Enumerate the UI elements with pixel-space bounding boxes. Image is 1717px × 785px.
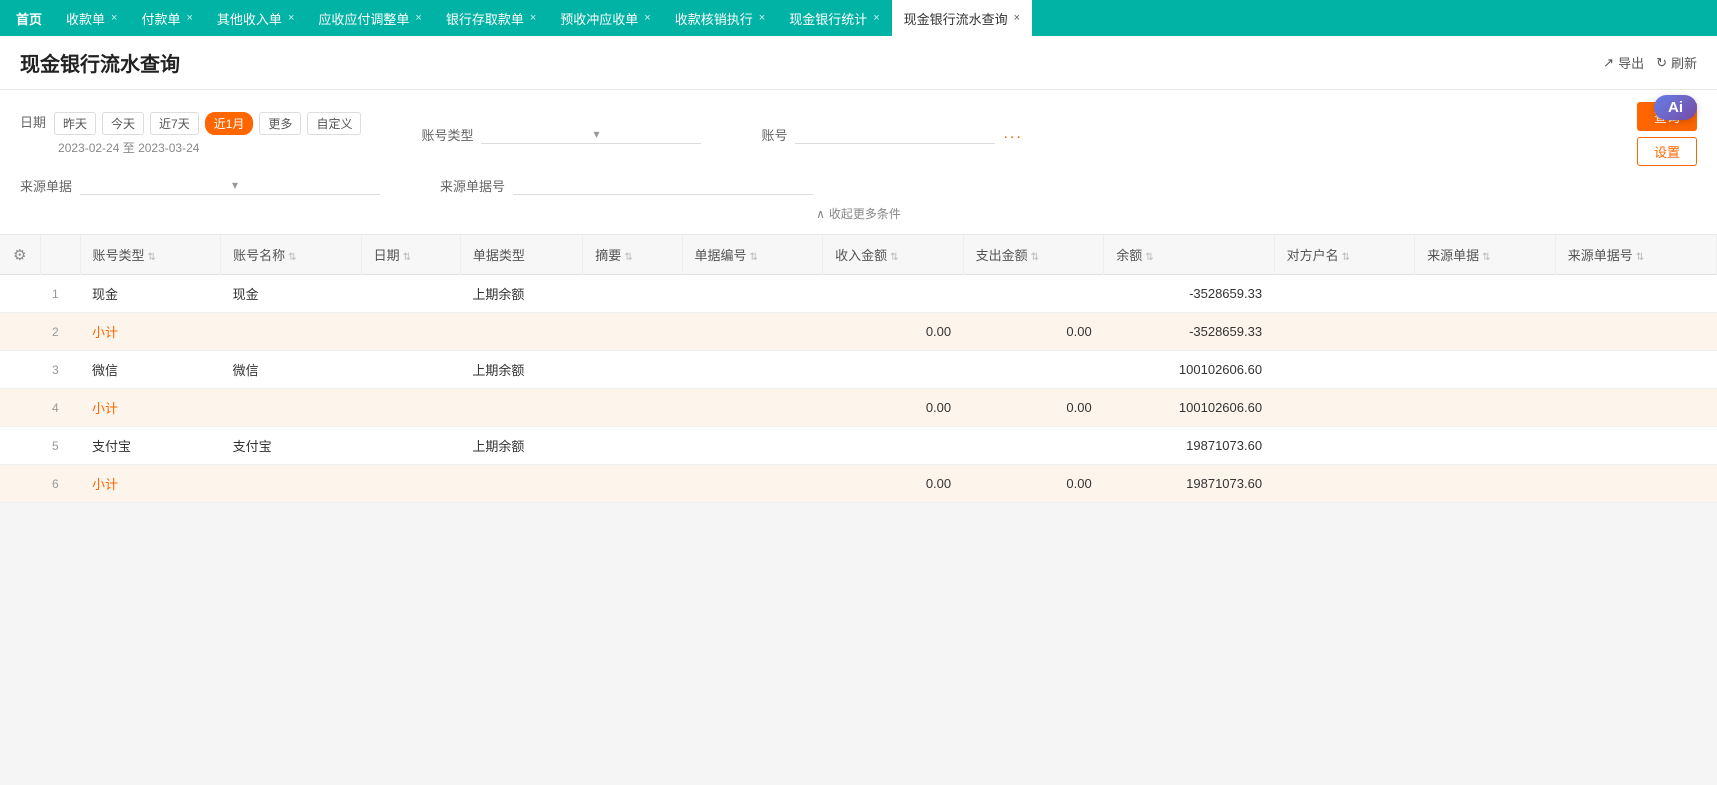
close-receipt-icon[interactable]: × xyxy=(111,12,117,24)
table-row: 1现金现金上期余额-3528659.33 xyxy=(0,275,1717,313)
date-label: 日期 xyxy=(20,112,46,131)
col-doc-no[interactable]: 单据编号⇅ xyxy=(682,235,823,275)
col-source-doc-no[interactable]: 来源单据号⇅ xyxy=(1555,235,1716,275)
account-group: 账号 ... xyxy=(761,125,1022,144)
filter-area: 日期 昨天 今天 近7天 近1月 更多 自定义 2023-02-24 至 202… xyxy=(0,90,1717,235)
nav-payment[interactable]: 付款单 × xyxy=(129,0,204,36)
sort-account-name-icon: ⇅ xyxy=(288,252,296,263)
col-account-type[interactable]: 账号类型⇅ xyxy=(80,235,221,275)
source-doc-no-group: 来源单据号 xyxy=(440,176,813,195)
collapse-arrow-icon: ∧ xyxy=(816,207,825,221)
close-cash-stats-icon[interactable]: × xyxy=(873,12,879,24)
setting-button[interactable]: 设置 xyxy=(1637,137,1697,166)
sort-source-doc-icon: ⇅ xyxy=(1482,252,1490,263)
col-doc-type: 单据类型 xyxy=(460,235,582,275)
nav-cash-flow-query[interactable]: 现金银行流水查询 × xyxy=(892,0,1032,36)
sort-date-icon: ⇅ xyxy=(403,252,411,263)
date-options-container: 昨天 今天 近7天 近1月 更多 自定义 2023-02-24 至 2023-0… xyxy=(54,112,361,156)
table-wrapper: ⚙ 账号类型⇅ 账号名称⇅ 日期⇅ 单据类型 摘要⇅ 单据编号⇅ xyxy=(0,235,1717,503)
table-row: 4小计0.000.00100102606.60 xyxy=(0,389,1717,427)
close-ar-ap-icon[interactable]: × xyxy=(415,12,421,24)
nav-home[interactable]: 首页 xyxy=(4,0,54,36)
date-range-display: 2023-02-24 至 2023-03-24 xyxy=(58,139,361,156)
col-expense[interactable]: 支出金额⇅ xyxy=(963,235,1104,275)
account-type-label: 账号类型 xyxy=(421,125,473,144)
export-icon: ↗ xyxy=(1603,55,1614,71)
page-header: 现金银行流水查询 ↗ 导出 ↻ 刷新 xyxy=(0,36,1717,90)
col-balance[interactable]: 余额⇅ xyxy=(1104,235,1274,275)
nav-cash-stats[interactable]: 现金银行统计 × xyxy=(777,0,891,36)
account-type-arrow-icon: ▾ xyxy=(593,127,697,141)
nav-bank-deposit[interactable]: 银行存取款单 × xyxy=(434,0,548,36)
nav-receipt[interactable]: 收款单 × xyxy=(54,0,129,36)
source-doc-no-label: 来源单据号 xyxy=(440,176,505,195)
date-btn-more[interactable]: 更多 xyxy=(259,112,301,135)
col-income[interactable]: 收入金额⇅ xyxy=(823,235,964,275)
col-account-name[interactable]: 账号名称⇅ xyxy=(221,235,362,275)
account-type-select[interactable]: ▾ xyxy=(481,125,701,144)
date-options-row: 昨天 今天 近7天 近1月 更多 自定义 xyxy=(54,112,361,135)
close-prepay-icon[interactable]: × xyxy=(644,12,650,24)
table-header-row: ⚙ 账号类型⇅ 账号名称⇅ 日期⇅ 单据类型 摘要⇅ 单据编号⇅ xyxy=(0,235,1717,275)
date-btn-yesterday[interactable]: 昨天 xyxy=(54,112,96,135)
filter-row-2: 来源单据 ▾ 来源单据号 xyxy=(20,176,1697,195)
table-row: 2小计0.000.00-3528659.33 xyxy=(0,313,1717,351)
top-nav: 首页 收款单 × 付款单 × 其他收入单 × 应收应付调整单 × 银行存取款单 … xyxy=(0,0,1717,36)
account-type-group: 账号类型 ▾ xyxy=(421,125,701,144)
col-source-doc[interactable]: 来源单据⇅ xyxy=(1415,235,1556,275)
close-receipt-verify-icon[interactable]: × xyxy=(759,12,765,24)
close-payment-icon[interactable]: × xyxy=(186,12,192,24)
close-other-income-icon[interactable]: × xyxy=(288,12,294,24)
source-doc-group: 来源单据 ▾ xyxy=(20,176,380,195)
sort-doc-no-icon: ⇅ xyxy=(750,252,758,263)
close-cash-flow-icon[interactable]: × xyxy=(1014,12,1020,24)
collapse-label: 收起更多条件 xyxy=(829,205,901,222)
table-row: 3微信微信上期余额100102606.60 xyxy=(0,351,1717,389)
account-label: 账号 xyxy=(761,125,787,144)
date-btn-today[interactable]: 今天 xyxy=(102,112,144,135)
source-doc-label: 来源单据 xyxy=(20,176,72,195)
sort-counterpart-icon: ⇅ xyxy=(1342,252,1350,263)
filter-row-1: 日期 昨天 今天 近7天 近1月 更多 自定义 2023-02-24 至 202… xyxy=(20,102,1697,166)
ai-badge[interactable]: Ai xyxy=(1654,95,1697,120)
export-button[interactable]: ↗ 导出 xyxy=(1603,53,1644,72)
col-rownum xyxy=(40,235,80,275)
col-summary[interactable]: 摘要⇅ xyxy=(583,235,682,275)
source-doc-no-input[interactable] xyxy=(513,176,813,195)
page-title: 现金银行流水查询 xyxy=(20,48,180,77)
date-filter-group: 日期 昨天 今天 近7天 近1月 更多 自定义 2023-02-24 至 202… xyxy=(20,112,361,156)
header-actions: ↗ 导出 ↻ 刷新 xyxy=(1603,53,1697,72)
export-label: 导出 xyxy=(1618,53,1644,72)
sort-expense-icon: ⇅ xyxy=(1031,252,1039,263)
data-table: ⚙ 账号类型⇅ 账号名称⇅ 日期⇅ 单据类型 摘要⇅ 单据编号⇅ xyxy=(0,235,1717,503)
refresh-button[interactable]: ↻ 刷新 xyxy=(1656,53,1697,72)
sort-income-icon: ⇅ xyxy=(890,252,898,263)
sort-summary-icon: ⇅ xyxy=(624,252,632,263)
account-more-dots[interactable]: ... xyxy=(1003,125,1022,143)
table-gear-icon[interactable]: ⚙ xyxy=(13,247,26,264)
table-row: 6小计0.000.0019871073.60 xyxy=(0,465,1717,503)
account-input[interactable] xyxy=(795,125,995,144)
sort-account-type-icon: ⇅ xyxy=(148,252,156,263)
nav-ar-ap-adjust[interactable]: 应收应付调整单 × xyxy=(306,0,433,36)
sort-balance-icon: ⇅ xyxy=(1145,252,1153,263)
sort-source-doc-no-icon: ⇅ xyxy=(1636,252,1644,263)
date-btn-1month[interactable]: 近1月 xyxy=(205,112,254,135)
nav-prepay-offset[interactable]: 预收冲应收单 × xyxy=(548,0,662,36)
col-counterpart[interactable]: 对方户名⇅ xyxy=(1274,235,1415,275)
source-doc-select[interactable]: ▾ xyxy=(80,176,380,195)
date-btn-custom[interactable]: 自定义 xyxy=(307,112,361,135)
col-date[interactable]: 日期⇅ xyxy=(361,235,460,275)
source-doc-arrow-icon: ▾ xyxy=(232,178,376,192)
col-settings: ⚙ xyxy=(0,235,40,275)
refresh-label: 刷新 xyxy=(1671,53,1697,72)
refresh-icon: ↻ xyxy=(1656,55,1667,71)
table-row: 5支付宝支付宝上期余额19871073.60 xyxy=(0,427,1717,465)
nav-other-income[interactable]: 其他收入单 × xyxy=(205,0,306,36)
nav-receipt-verify[interactable]: 收款核销执行 × xyxy=(663,0,777,36)
date-btn-7days[interactable]: 近7天 xyxy=(150,112,199,135)
close-bank-icon[interactable]: × xyxy=(530,12,536,24)
collapse-bar[interactable]: ∧ 收起更多条件 xyxy=(20,205,1697,222)
